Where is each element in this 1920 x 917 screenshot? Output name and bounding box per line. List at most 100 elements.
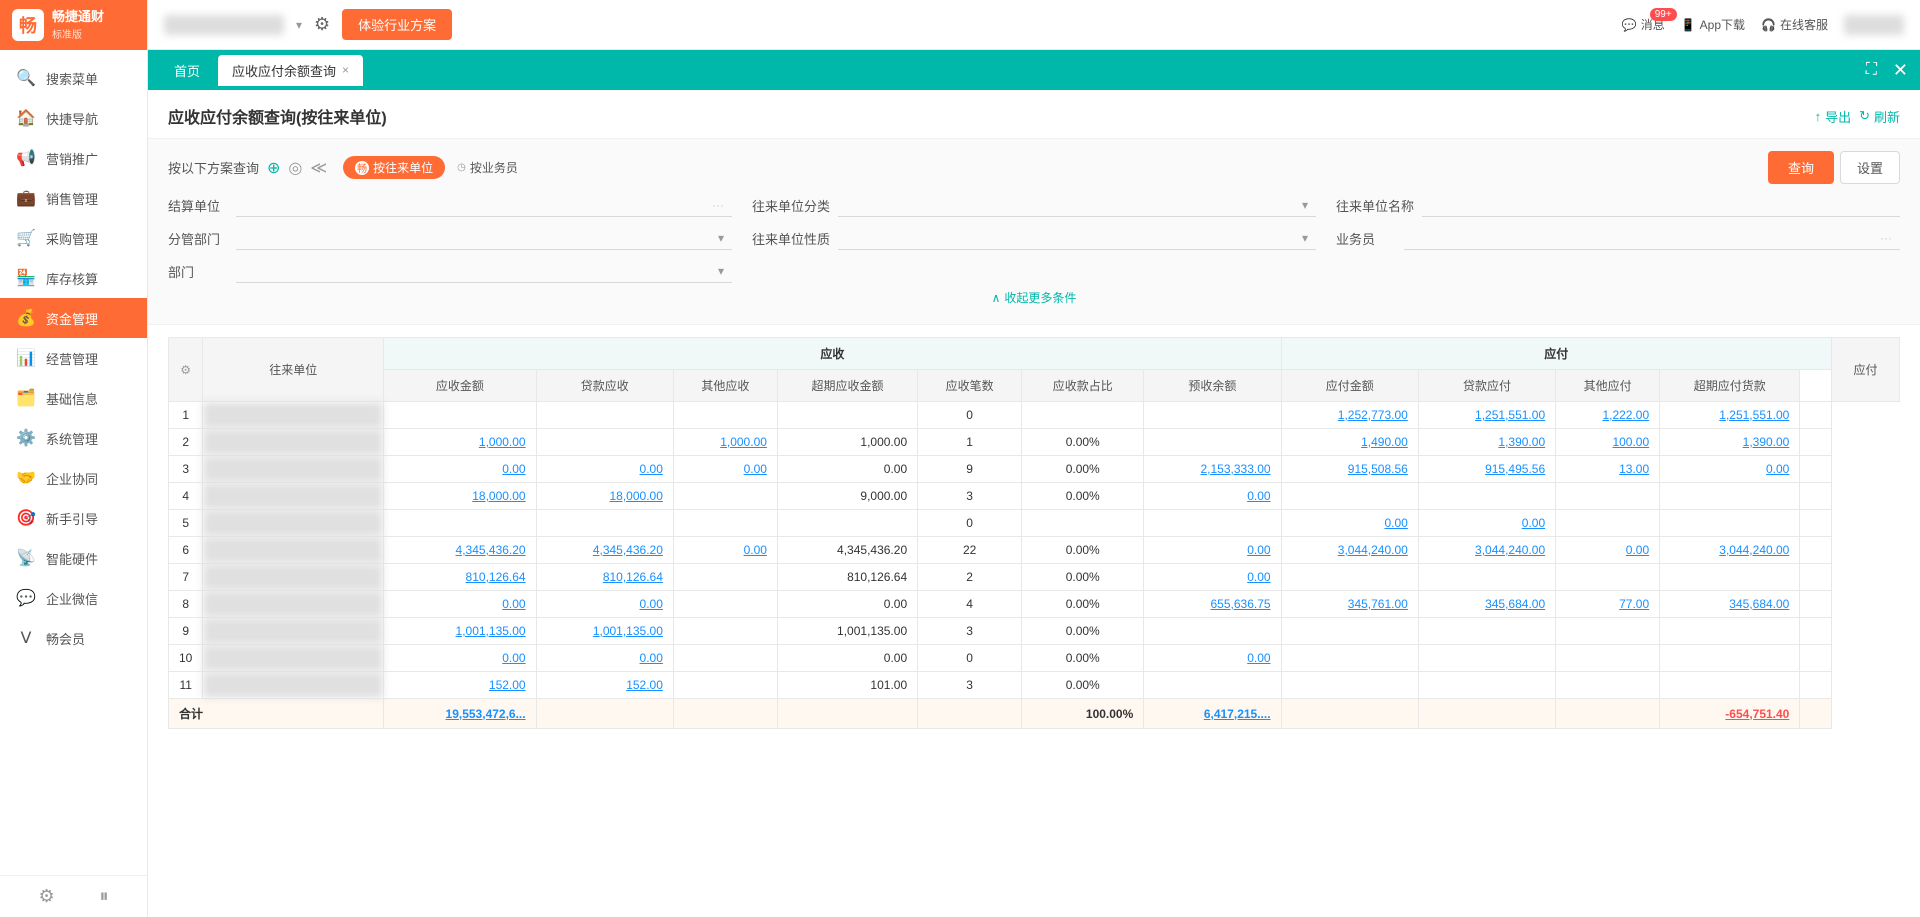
row-ar-amount[interactable]: 0.00 [384, 456, 536, 483]
sidebar-item-search[interactable]: 🔍 搜索菜单 [0, 58, 147, 98]
row-ar-amount[interactable]: 0.00 [384, 645, 536, 672]
row-ap-amount[interactable]: 345,761.00 [1281, 591, 1418, 618]
row-ar-other[interactable] [673, 564, 777, 591]
row-ar-amount[interactable]: 810,126.64 [384, 564, 536, 591]
topbar-app-download[interactable]: 📱 App下载 [1681, 16, 1745, 33]
row-ap-amount[interactable] [1281, 645, 1418, 672]
row-ar-other[interactable] [673, 591, 777, 618]
row-ap-amount[interactable]: 915,508.56 [1281, 456, 1418, 483]
row-ap-other[interactable] [1556, 645, 1660, 672]
row-ap-other[interactable] [1556, 672, 1660, 699]
row-ar-other[interactable] [673, 510, 777, 537]
row-ar-prepay[interactable]: 0.00 [1144, 645, 1281, 672]
sidebar-item-quick[interactable]: 🏠 快捷导航 [0, 98, 147, 138]
tab-home[interactable]: 首页 [160, 55, 214, 86]
row-ap-other[interactable]: 100.00 [1556, 429, 1660, 456]
row-ap-overdue[interactable]: 1,390.00 [1660, 429, 1800, 456]
sidebar-item-capital[interactable]: 💰 资金管理 [0, 298, 147, 338]
filter-scheme-salesman-btn[interactable]: ◷ 按业务员 [449, 156, 526, 179]
row-ar-loan[interactable] [536, 510, 673, 537]
row-ap-loan[interactable] [1418, 645, 1555, 672]
topbar-dropdown-btn[interactable]: ▾ [296, 18, 302, 32]
row-ap-loan[interactable]: 1,251,551.00 [1418, 402, 1555, 429]
row-ap-loan[interactable] [1418, 564, 1555, 591]
row-ar-loan[interactable]: 810,126.64 [536, 564, 673, 591]
query-button[interactable]: 查询 [1768, 151, 1834, 184]
sidebar-item-system[interactable]: ⚙️ 系统管理 [0, 418, 147, 458]
row-ap-overdue[interactable] [1660, 564, 1800, 591]
row-ar-amount[interactable]: 0.00 [384, 591, 536, 618]
row-ar-prepay[interactable]: 655,636.75 [1144, 591, 1281, 618]
sidebar-item-wechat[interactable]: 💬 企业微信 [0, 578, 147, 618]
row-ap-overdue[interactable]: 1,251,551.00 [1660, 402, 1800, 429]
table-settings-icon[interactable]: ⚙ [180, 363, 191, 377]
row-ap-other[interactable] [1556, 618, 1660, 645]
row-ap-loan[interactable] [1418, 483, 1555, 510]
tab-close-icon[interactable]: × [342, 63, 349, 77]
settlement-unit-input[interactable]: ··· [236, 194, 732, 217]
row-ar-loan[interactable]: 4,345,436.20 [536, 537, 673, 564]
sidebar-item-coop[interactable]: 🤝 企业协同 [0, 458, 147, 498]
row-ap-loan[interactable]: 3,044,240.00 [1418, 537, 1555, 564]
row-ar-amount[interactable]: 4,345,436.20 [384, 537, 536, 564]
settings-button[interactable]: 设置 [1840, 151, 1900, 184]
row-ar-amount[interactable]: 152.00 [384, 672, 536, 699]
unit-category-select[interactable]: ▾ [838, 194, 1316, 217]
row-ap-overdue[interactable] [1660, 645, 1800, 672]
row-ar-other[interactable]: 0.00 [673, 456, 777, 483]
total-ar-amount[interactable]: 19,553,472,6... [384, 699, 536, 729]
topbar-messages[interactable]: 💬 消息 99+ [1622, 16, 1665, 33]
row-ap-amount[interactable]: 1,252,773.00 [1281, 402, 1418, 429]
row-ap-loan[interactable] [1418, 672, 1555, 699]
salesman-input[interactable]: ··· [1404, 227, 1900, 250]
export-button[interactable]: ↑ 导出 [1815, 107, 1852, 126]
row-ap-other[interactable]: 1,222.00 [1556, 402, 1660, 429]
sidebar-item-hardware[interactable]: 📡 智能硬件 [0, 538, 147, 578]
filter-add-btn[interactable]: ⊕ [267, 158, 280, 178]
row-ar-amount[interactable] [384, 510, 536, 537]
sidebar-settings-btn[interactable]: ⚙ [38, 886, 54, 907]
filter-scheme-unit-btn[interactable]: 畅 按往来单位 [343, 156, 445, 179]
topbar-user[interactable] [1844, 15, 1904, 35]
row-ar-prepay[interactable]: 0.00 [1144, 483, 1281, 510]
row-ap-loan[interactable]: 0.00 [1418, 510, 1555, 537]
topbar-online-service[interactable]: 🎧 在线客服 [1761, 16, 1828, 33]
row-ar-prepay[interactable] [1144, 618, 1281, 645]
row-ap-amount[interactable]: 1,490.00 [1281, 429, 1418, 456]
row-ap-other[interactable] [1556, 564, 1660, 591]
row-ar-prepay[interactable] [1144, 672, 1281, 699]
row-ap-overdue[interactable] [1660, 483, 1800, 510]
sidebar-item-member[interactable]: Ⅴ 畅会员 [0, 618, 147, 658]
row-ar-loan[interactable] [536, 429, 673, 456]
total-ap-overdue[interactable]: -654,751.40 [1660, 699, 1800, 729]
row-ar-prepay[interactable] [1144, 402, 1281, 429]
row-ar-amount[interactable] [384, 402, 536, 429]
row-ap-amount[interactable] [1281, 672, 1418, 699]
row-ar-other[interactable]: 0.00 [673, 537, 777, 564]
row-ap-other[interactable] [1556, 483, 1660, 510]
promo-button[interactable]: 体验行业方案 [342, 9, 452, 40]
row-ar-other[interactable] [673, 483, 777, 510]
topbar-settings-icon[interactable]: ⚙ [314, 14, 330, 35]
row-ap-amount[interactable] [1281, 483, 1418, 510]
row-ap-amount[interactable]: 0.00 [1281, 510, 1418, 537]
sidebar-item-operation[interactable]: 📊 经营管理 [0, 338, 147, 378]
tab-receivable[interactable]: 应收应付余额查询 × [218, 55, 363, 86]
filter-collapse-icon[interactable]: ≪ [310, 158, 327, 178]
tab-fullscreen-btn[interactable]: ⛶ [1866, 61, 1877, 79]
row-ap-other[interactable]: 0.00 [1556, 537, 1660, 564]
sidebar-item-purchase[interactable]: 🛒 采购管理 [0, 218, 147, 258]
sidebar-item-guide[interactable]: 🎯 新手引导 [0, 498, 147, 538]
row-ar-prepay[interactable] [1144, 510, 1281, 537]
row-ap-amount[interactable]: 3,044,240.00 [1281, 537, 1418, 564]
row-ar-other[interactable] [673, 402, 777, 429]
sidebar-item-marketing[interactable]: 📢 营销推广 [0, 138, 147, 178]
sidebar-item-sales[interactable]: 💼 销售管理 [0, 178, 147, 218]
row-ap-loan[interactable] [1418, 618, 1555, 645]
row-ap-overdue[interactable] [1660, 618, 1800, 645]
row-ar-other[interactable]: 1,000.00 [673, 429, 777, 456]
row-ap-overdue[interactable] [1660, 672, 1800, 699]
row-ap-other[interactable]: 77.00 [1556, 591, 1660, 618]
sidebar-collapse-btn[interactable]: ⏸ [100, 886, 109, 907]
unit-nature-select[interactable]: ▾ [838, 227, 1316, 250]
